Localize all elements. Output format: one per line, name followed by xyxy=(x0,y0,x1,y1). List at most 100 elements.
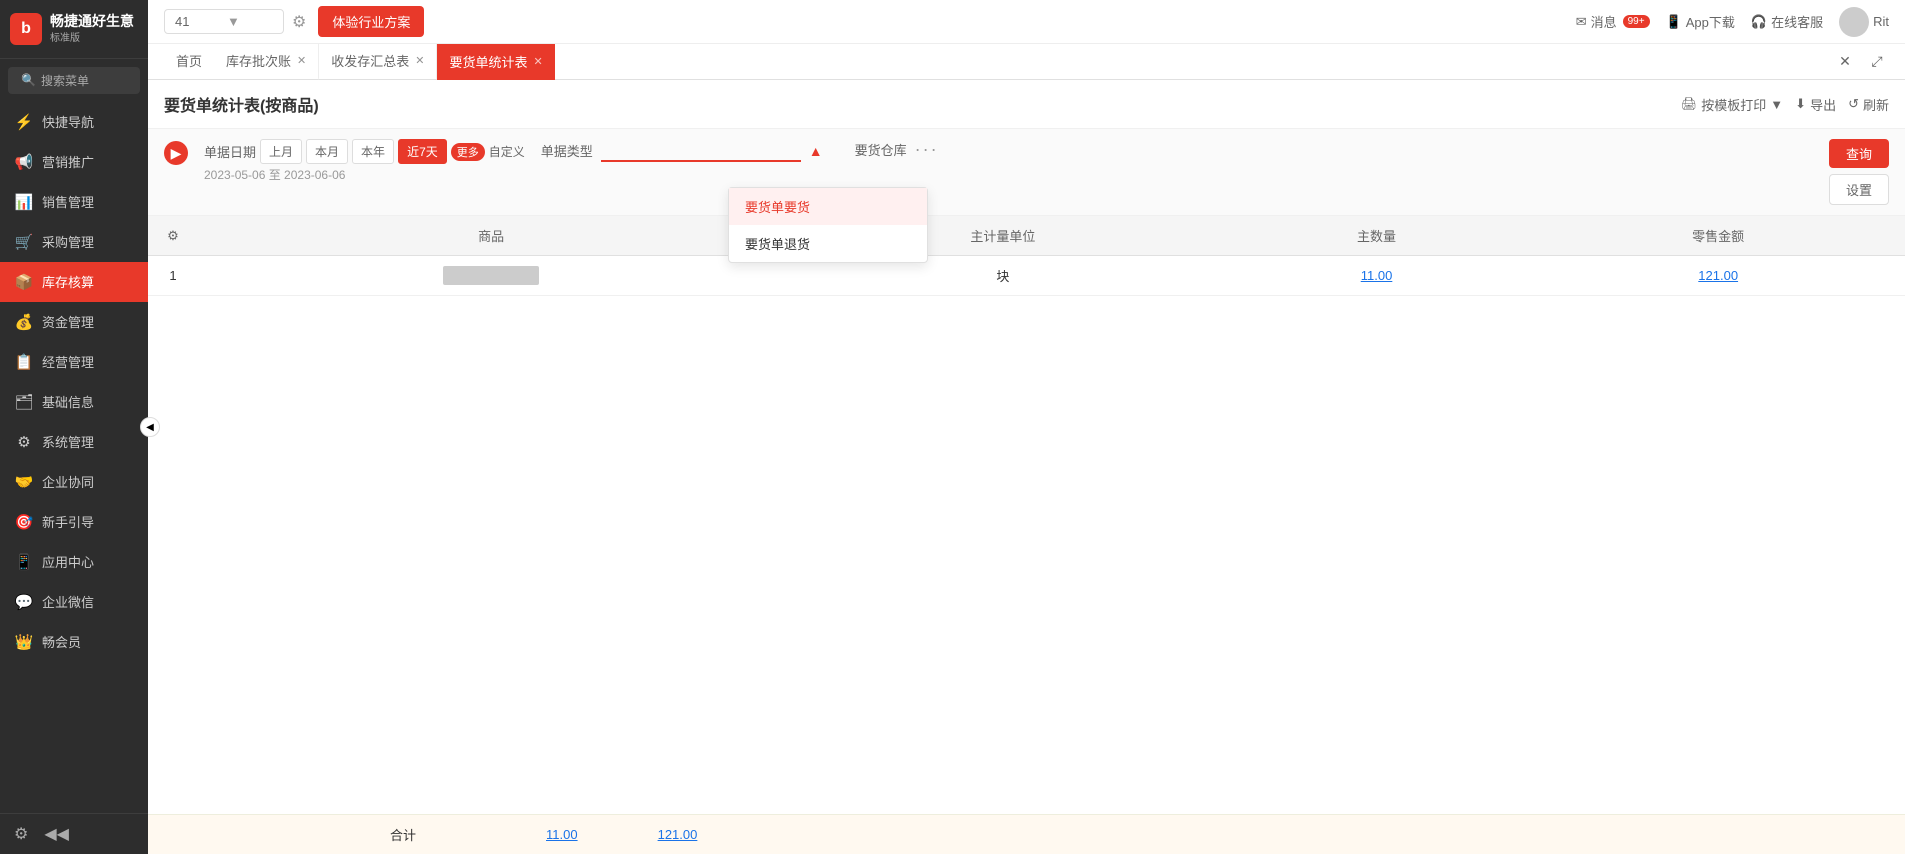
filter-prev-month-btn[interactable]: 上月 xyxy=(260,139,302,164)
print-template-btn[interactable]: 🖨 按模板打印 ▼ xyxy=(1681,95,1783,114)
tabs-close-all-btn[interactable]: ✕ xyxy=(1833,50,1857,74)
user-item[interactable]: Rit xyxy=(1839,7,1889,37)
filter-date-label: 单据日期 xyxy=(204,142,256,161)
messages-icon: ✉ xyxy=(1576,14,1587,30)
sidebar-item-apps[interactable]: 📱 应用中心 xyxy=(0,542,148,582)
finance-icon: 💰 xyxy=(14,312,34,332)
sidebar-item-member[interactable]: 👑 畅会员 xyxy=(0,622,148,662)
page-title: 要货单统计表(按商品) xyxy=(164,92,319,116)
sidebar-item-wechat[interactable]: 💬 企业微信 xyxy=(0,582,148,622)
filter-type-section: 单据类型 ▲ xyxy=(541,139,823,162)
dropdown-item-order-goods[interactable]: 要货单要货 xyxy=(729,188,927,225)
type-dropdown: 要货单要货 要货单退货 xyxy=(728,187,928,263)
tab-receivable-summary-close[interactable]: ✕ xyxy=(415,54,424,67)
sidebar-search-label: 搜索菜单 xyxy=(41,72,89,89)
sidebar-item-label: 资金管理 xyxy=(42,312,94,331)
content-area: 要货单统计表(按商品) 🖨 按模板打印 ▼ ⬇ 导出 ↺ 刷新 ▶ xyxy=(148,80,1905,854)
filter-more-badge[interactable]: 更多 xyxy=(451,143,485,161)
topbar: 41 ▼ ⚙ 体验行业方案 ✉ 消息 99+ 📱 App下载 🎧 在线客服 R xyxy=(148,0,1905,44)
sidebar-bottom: ⚙ ◀◀ xyxy=(0,813,148,854)
tabs-end: ✕ ⤢ xyxy=(1833,50,1889,74)
page-actions: 🖨 按模板打印 ▼ ⬇ 导出 ↺ 刷新 xyxy=(1681,95,1889,114)
tabs-expand-btn[interactable]: ⤢ xyxy=(1865,50,1889,74)
service-label: 在线客服 xyxy=(1771,12,1823,31)
basics-icon: 🗂 xyxy=(14,392,34,412)
app-download-icon: 📱 xyxy=(1666,14,1682,30)
enterprise-icon: 🤝 xyxy=(14,472,34,492)
filter-last-7days-btn[interactable]: 近7天 xyxy=(398,139,447,164)
tabs-bar: 首页 库存批次账 ✕ 收发存汇总表 ✕ 要货单统计表 ✕ ✕ ⤢ xyxy=(148,44,1905,80)
user-name: Rit xyxy=(1873,14,1889,29)
sidebar-item-label: 库存核算 xyxy=(42,272,94,291)
tab-receivable-summary[interactable]: 收发存汇总表 ✕ xyxy=(319,44,437,80)
inventory-icon: 📦 xyxy=(14,272,34,292)
settings-btn[interactable]: 设置 xyxy=(1829,174,1889,205)
th-settings[interactable]: ⚙ xyxy=(148,216,198,256)
refresh-btn[interactable]: ↺ 刷新 xyxy=(1848,95,1889,114)
sidebar-item-enterprise[interactable]: 🤝 企业协同 xyxy=(0,462,148,502)
sidebar-item-inventory[interactable]: 📦 库存核算 xyxy=(0,262,148,302)
filter-toggle-btn[interactable]: ▶ xyxy=(164,141,188,165)
tab-inventory-batch[interactable]: 库存批次账 ✕ xyxy=(214,44,319,80)
filter-type-label: 单据类型 xyxy=(541,141,593,160)
sidebar-item-label: 畅会员 xyxy=(42,632,81,651)
dropdown-item-order-return[interactable]: 要货单退货 xyxy=(729,225,927,262)
apps-icon: 📱 xyxy=(14,552,34,572)
sidebar-item-operations[interactable]: 📋 经营管理 xyxy=(0,342,148,382)
sidebar-item-basics[interactable]: 🗂 基础信息 xyxy=(0,382,148,422)
cell-amount-link[interactable]: 121.00 xyxy=(1698,268,1738,283)
tab-order-stats[interactable]: 要货单统计表 ✕ xyxy=(437,44,554,80)
filter-bar: ▶ 单据日期 上月 本月 本年 近7天 更多 自定义 2023-05-06 至 … xyxy=(148,129,1905,216)
page-header: 要货单统计表(按商品) 🖨 按模板打印 ▼ ⬇ 导出 ↺ 刷新 xyxy=(148,80,1905,129)
sidebar-item-finance[interactable]: 💰 资金管理 xyxy=(0,302,148,342)
filter-this-year-btn[interactable]: 本年 xyxy=(352,139,394,164)
trial-btn[interactable]: 体验行业方案 xyxy=(318,6,424,37)
marketing-icon: 📢 xyxy=(14,152,34,172)
sidebar-item-guide[interactable]: 🎯 新手引导 xyxy=(0,502,148,542)
cell-qty-link[interactable]: 11.00 xyxy=(1361,268,1393,283)
app-logo-text: 畅捷通好生意 标准版 xyxy=(50,12,134,46)
sales-icon: 📊 xyxy=(14,192,34,212)
topbar-right: ✉ 消息 99+ 📱 App下载 🎧 在线客服 Rit xyxy=(1576,7,1889,37)
operations-icon: 📋 xyxy=(14,352,34,372)
system-icon: ⚙ xyxy=(14,432,34,452)
filter-warehouse-dots[interactable]: ··· xyxy=(915,139,939,160)
tab-order-stats-label: 要货单统计表 xyxy=(449,52,527,71)
filter-this-month-btn[interactable]: 本月 xyxy=(306,139,348,164)
tab-home[interactable]: 首页 xyxy=(164,44,214,80)
table-header-row: ⚙ 商品 主计量单位 主数量 零售金额 xyxy=(148,216,1905,256)
sidebar-item-label: 快捷导航 xyxy=(42,112,94,131)
settings-bottom-icon[interactable]: ⚙ xyxy=(14,824,28,844)
tab-receivable-summary-label: 收发存汇总表 xyxy=(331,51,409,70)
tab-order-stats-close[interactable]: ✕ xyxy=(534,55,543,68)
filter-type-input[interactable] xyxy=(601,139,801,162)
messages-item[interactable]: ✉ 消息 99+ xyxy=(1576,12,1650,31)
company-selector[interactable]: 41 ▼ xyxy=(164,9,284,34)
export-btn[interactable]: ⬇ 导出 xyxy=(1795,95,1836,114)
sidebar-collapse-btn[interactable]: ◀ xyxy=(140,417,160,437)
sidebar-item-label: 新手引导 xyxy=(42,512,94,531)
app-download-item[interactable]: 📱 App下载 xyxy=(1666,12,1735,31)
messages-label: 消息 xyxy=(1591,12,1617,31)
filter-date-range: 2023-05-06 至 2023-06-06 xyxy=(204,166,525,183)
tab-inventory-batch-close[interactable]: ✕ xyxy=(297,54,306,67)
collapse-icon[interactable]: ◀◀ xyxy=(44,824,69,844)
print-expand-icon: ▼ xyxy=(1770,97,1783,112)
topbar-left: 41 ▼ ⚙ 体验行业方案 xyxy=(164,6,1576,37)
sidebar-item-system[interactable]: ⚙ 系统管理 xyxy=(0,422,148,462)
topbar-gear-icon[interactable]: ⚙ xyxy=(292,12,306,32)
messages-badge: 99+ xyxy=(1623,15,1650,28)
sidebar-item-sales[interactable]: 📊 销售管理 xyxy=(0,182,148,222)
sidebar-item-purchase[interactable]: 🛒 采购管理 xyxy=(0,222,148,262)
sidebar-item-label: 经营管理 xyxy=(42,352,94,371)
query-btn[interactable]: 查询 xyxy=(1829,139,1889,168)
service-item[interactable]: 🎧 在线客服 xyxy=(1751,12,1823,31)
sidebar-search[interactable]: 🔍 搜索菜单 xyxy=(8,67,140,94)
sidebar-item-quick-nav[interactable]: ⚡ 快捷导航 xyxy=(0,102,148,142)
filter-custom-btn[interactable]: 自定义 xyxy=(489,143,525,160)
user-avatar xyxy=(1839,7,1869,37)
product-blurred-text: ██████ xyxy=(443,266,538,285)
filter-type-chevron-icon[interactable]: ▲ xyxy=(809,143,823,159)
sidebar-item-marketing[interactable]: 📢 营销推广 xyxy=(0,142,148,182)
refresh-icon: ↺ xyxy=(1848,96,1859,112)
